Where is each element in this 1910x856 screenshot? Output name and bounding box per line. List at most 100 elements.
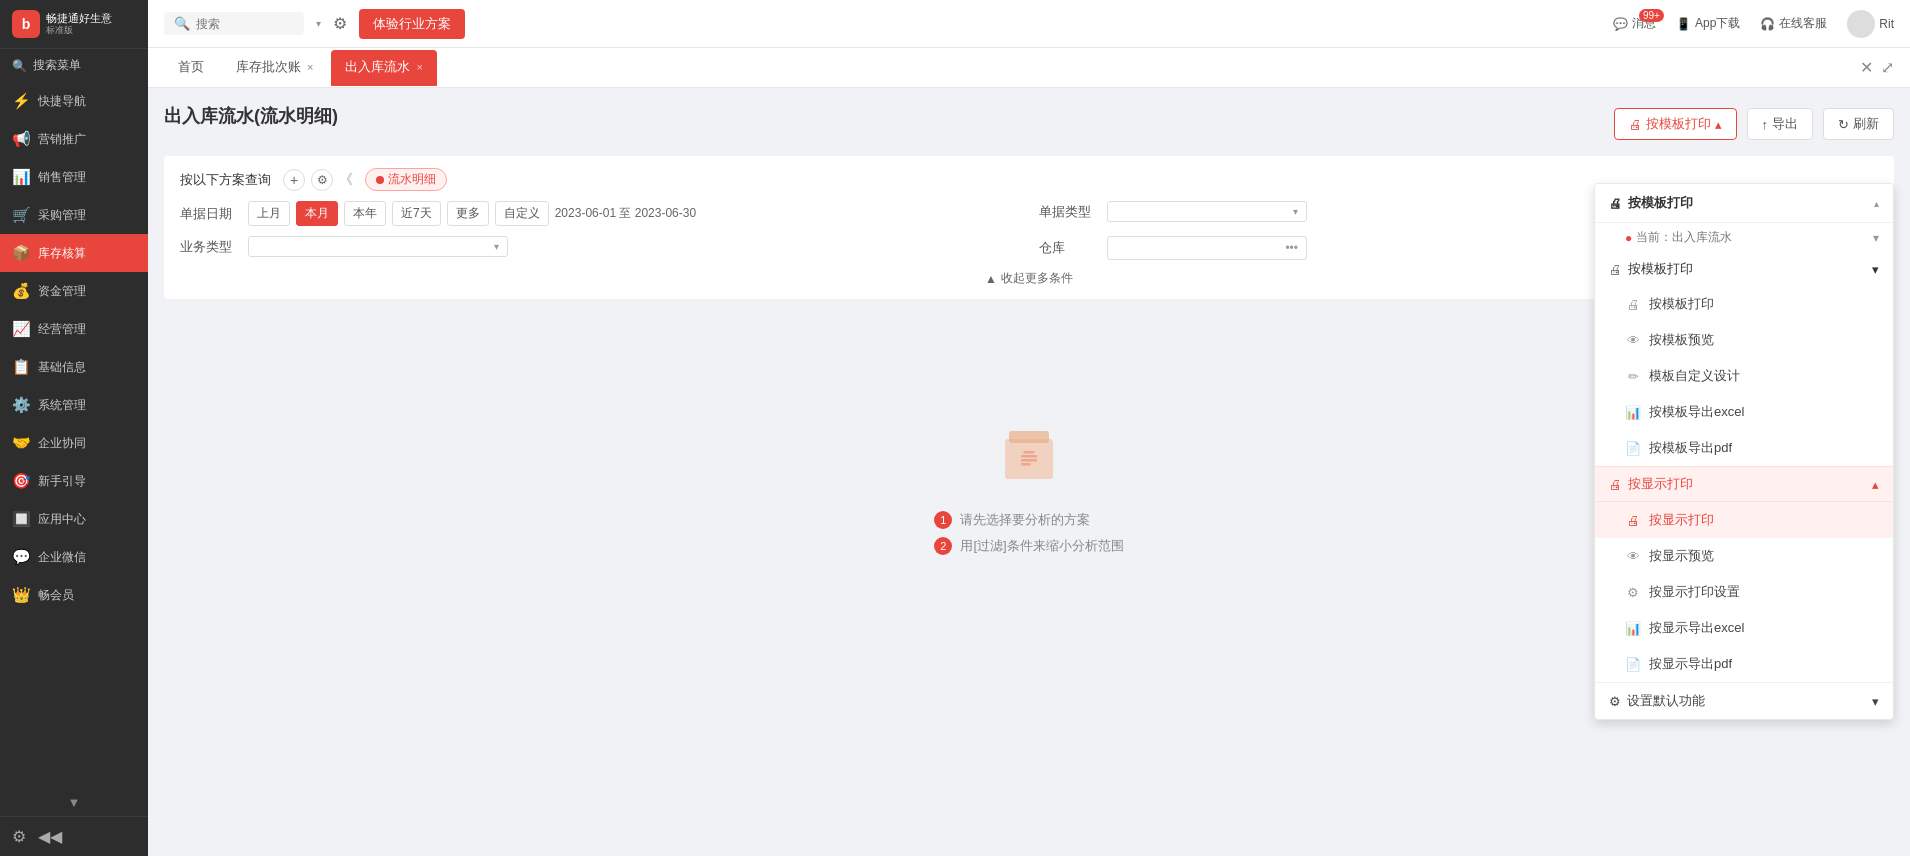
print-template-button[interactable]: 🖨 按模板打印 ▴ [1614, 108, 1737, 140]
topbar-gear-icon[interactable]: ⚙ [333, 14, 347, 33]
headset-icon: 🎧 [1760, 17, 1775, 31]
display-group-header[interactable]: 🖨 按显示打印 ▴ [1595, 466, 1893, 502]
template-export-excel-item[interactable]: 📊 按模板导出excel [1595, 394, 1893, 430]
sidebar-item-new-guide[interactable]: 🎯 新手引导 [0, 462, 148, 500]
svg-rect-4 [1023, 451, 1034, 453]
quick-nav-icon: ⚡ [12, 92, 30, 110]
online-service-button[interactable]: 🎧 在线客服 [1760, 15, 1827, 32]
sidebar-collapse-icon[interactable]: ◀◀ [38, 827, 62, 846]
sidebar-item-app-center[interactable]: 🔲 应用中心 [0, 500, 148, 538]
export-button[interactable]: ↑ 导出 [1747, 108, 1814, 140]
filter-actions: + ⚙ 《 [283, 169, 353, 191]
template-export-pdf-item[interactable]: 📄 按模板导出pdf [1595, 430, 1893, 466]
tabs-bar: 首页 库存批次账 × 出入库流水 × ✕ ⤢ [148, 48, 1910, 88]
doc-type-dropdown[interactable]: ▾ [1107, 201, 1307, 222]
business-type-dropdown[interactable]: ▾ [248, 236, 508, 257]
window-close-button[interactable]: ✕ [1860, 58, 1873, 77]
tab-batch-account-label: 库存批次账 [236, 58, 301, 76]
print-dropdown-title-icon: 🖨 [1609, 196, 1622, 211]
display-export-excel-label: 按显示导出excel [1649, 619, 1744, 637]
sidebar-item-vip-member[interactable]: 👑 畅会员 [0, 576, 148, 614]
topbar-search-input[interactable] [196, 17, 296, 31]
set-default-footer[interactable]: ⚙ 设置默认功能 ▾ [1595, 682, 1893, 719]
filter-collapse-icon[interactable]: 《 [339, 171, 353, 189]
enterprise-wechat-icon: 💬 [12, 548, 30, 566]
date-btn-this-month[interactable]: 本月 [296, 201, 338, 226]
filter-label: 按以下方案查询 [180, 171, 271, 189]
basic-info-icon: 📋 [12, 358, 30, 376]
date-btn-custom[interactable]: 自定义 [495, 201, 549, 226]
display-print-settings-item[interactable]: ⚙ 按显示打印设置 [1595, 574, 1893, 610]
empty-illustration [989, 415, 1069, 495]
main-content: 🔍 ▾ ⚙ 体验行业方案 💬 消息 99+ 📱 App下载 🎧 在线客服 Rit [148, 0, 1910, 856]
template-preview-item[interactable]: 👁 按模板预览 [1595, 322, 1893, 358]
filter-tag[interactable]: 流水明细 [365, 168, 447, 191]
app-center-label: 应用中心 [38, 511, 86, 528]
template-group-chevron-icon: ▾ [1872, 262, 1879, 277]
template-custom-item[interactable]: ✏ 模板自定义设计 [1595, 358, 1893, 394]
sidebar-item-sales[interactable]: 📊 销售管理 [0, 158, 148, 196]
message-button[interactable]: 💬 消息 99+ [1613, 15, 1656, 32]
template-print-item[interactable]: 🖨 按模板打印 [1595, 286, 1893, 322]
display-export-excel-item[interactable]: 📊 按显示导出excel [1595, 610, 1893, 646]
sidebar-item-basic-info[interactable]: 📋 基础信息 [0, 348, 148, 386]
sidebar-item-enterprise-collab[interactable]: 🤝 企业协同 [0, 424, 148, 462]
app-center-icon: 🔲 [12, 510, 30, 528]
sidebar-item-inventory[interactable]: 📦 库存核算 [0, 234, 148, 272]
step-1-text: 请先选择要分析的方案 [960, 511, 1090, 529]
display-group-icon: 🖨 [1609, 477, 1622, 492]
display-export-pdf-item[interactable]: 📄 按显示导出pdf [1595, 646, 1893, 682]
user-profile[interactable]: Rit [1847, 10, 1894, 38]
trial-button[interactable]: 体验行业方案 [359, 9, 465, 39]
date-btn-last-month[interactable]: 上月 [248, 201, 290, 226]
page-toolbar: 🖨 按模板打印 ▴ ↑ 导出 ↻ 刷新 [1614, 108, 1895, 140]
business-type-label: 业务类型 [180, 238, 240, 256]
tab-in-out-flow-close[interactable]: × [416, 61, 422, 73]
print-dropdown-chevron-icon[interactable]: ▴ [1874, 198, 1879, 209]
date-range-text: 2023-06-01 至 2023-06-30 [555, 205, 696, 222]
step-1-num: 1 [934, 511, 952, 529]
collapse-chevron-icon: ▲ [985, 272, 997, 286]
warehouse-dropdown[interactable]: ••• [1107, 236, 1307, 260]
tab-batch-account-close[interactable]: × [307, 61, 313, 73]
sidebar-item-purchase[interactable]: 🛒 采购管理 [0, 196, 148, 234]
date-btn-7days[interactable]: 近7天 [392, 201, 441, 226]
sys-mgmt-icon: ⚙️ [12, 396, 30, 414]
topbar-search-box[interactable]: 🔍 [164, 12, 304, 35]
display-preview-item[interactable]: 👁 按显示预览 [1595, 538, 1893, 574]
tab-home[interactable]: 首页 [164, 50, 218, 86]
tab-in-out-flow[interactable]: 出入库流水 × [331, 50, 436, 86]
refresh-button[interactable]: ↻ 刷新 [1823, 108, 1894, 140]
display-export-pdf-icon: 📄 [1625, 657, 1641, 672]
sidebar-item-quick-nav[interactable]: ⚡ 快捷导航 [0, 82, 148, 120]
app-logo: b 畅捷通好生意 标准版 [0, 0, 148, 49]
app-download-button[interactable]: 📱 App下载 [1676, 15, 1740, 32]
sidebar-item-enterprise-wechat[interactable]: 💬 企业微信 [0, 538, 148, 576]
display-export-pdf-label: 按显示导出pdf [1649, 655, 1732, 673]
display-preview-icon: 👁 [1625, 549, 1641, 564]
template-group-header[interactable]: 🖨 按模板打印 ▾ [1595, 252, 1893, 286]
empty-step-1: 1 请先选择要分析的方案 [934, 511, 1123, 529]
date-options: 上月 本月 本年 近7天 更多 自定义 2023-06-01 至 2023-06… [248, 201, 1019, 226]
sidebar-search[interactable]: 🔍 搜索菜单 [0, 49, 148, 82]
date-btn-this-year[interactable]: 本年 [344, 201, 386, 226]
topbar-search-chevron[interactable]: ▾ [316, 18, 321, 29]
date-btn-more[interactable]: 更多 [447, 201, 489, 226]
display-print-item[interactable]: 🖨 按显示打印 [1595, 502, 1893, 538]
sidebar-item-finance[interactable]: 💰 资金管理 [0, 272, 148, 310]
filter-settings-button[interactable]: ⚙ [311, 169, 333, 191]
window-maximize-button[interactable]: ⤢ [1881, 58, 1894, 77]
operations-icon: 📈 [12, 320, 30, 338]
template-preview-icon: 👁 [1625, 333, 1641, 348]
display-export-excel-icon: 📊 [1625, 621, 1641, 636]
sidebar-item-marketing[interactable]: 📢 营销推广 [0, 120, 148, 158]
sidebar-scroll-down[interactable]: ▼ [0, 789, 148, 816]
topbar: 🔍 ▾ ⚙ 体验行业方案 💬 消息 99+ 📱 App下载 🎧 在线客服 Rit [148, 0, 1910, 48]
filter-add-button[interactable]: + [283, 169, 305, 191]
print-dropdown-panel: 🖨 按模板打印 ▴ ● 当前：出入库流水 ▾ 🖨 按模板打印 ▾ 🖨 [1594, 183, 1894, 720]
sidebar-item-sys-mgmt[interactable]: ⚙️ 系统管理 [0, 386, 148, 424]
sidebar-settings-icon[interactable]: ⚙ [12, 827, 26, 846]
tab-batch-account[interactable]: 库存批次账 × [222, 50, 327, 86]
topbar-right-area: 💬 消息 99+ 📱 App下载 🎧 在线客服 Rit [1613, 10, 1894, 38]
sidebar-item-operations[interactable]: 📈 经营管理 [0, 310, 148, 348]
